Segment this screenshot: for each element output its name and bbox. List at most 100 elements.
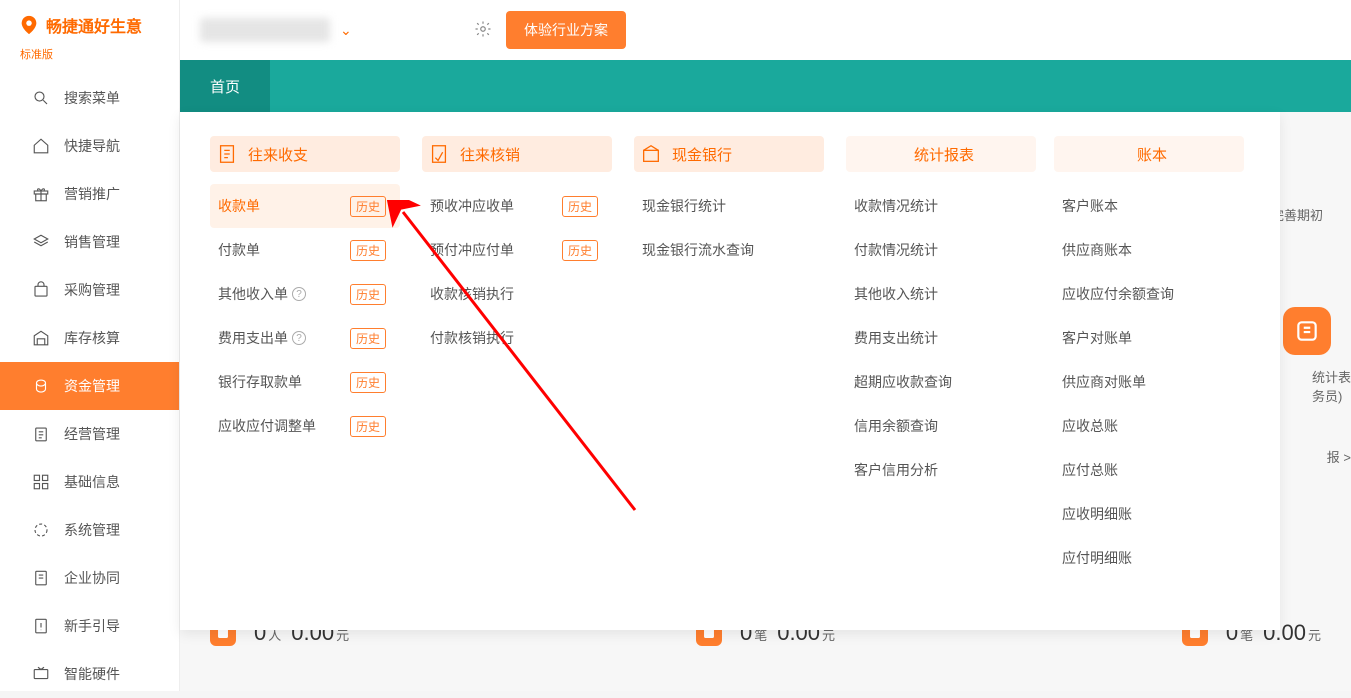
- menu-ar-ap-balance-query[interactable]: 应收应付余额查询: [1054, 272, 1244, 316]
- mega-col-reports: 统计报表 收款情况统计 付款情况统计 其他收入统计 费用支出统计 超期应收款查询…: [846, 136, 1054, 580]
- mega-header-cash-bank: 现金银行: [634, 136, 824, 172]
- nav-label: 销售管理: [64, 232, 120, 252]
- cart-icon: [32, 281, 50, 299]
- history-badge[interactable]: 历史: [350, 196, 386, 217]
- nav-label: 营销推广: [64, 184, 120, 204]
- nav-label: 库存核算: [64, 328, 120, 348]
- nav-funds[interactable]: 资金管理: [0, 362, 179, 410]
- menu-payment-stats[interactable]: 付款情况统计: [846, 228, 1036, 272]
- history-badge[interactable]: 历史: [350, 284, 386, 305]
- gift-icon: [32, 185, 50, 203]
- menu-receipt-writeoff-exec[interactable]: 收款核销执行: [422, 272, 612, 316]
- menu-cash-bank-stats[interactable]: 现金银行统计: [634, 184, 824, 228]
- history-badge[interactable]: 历史: [562, 240, 598, 261]
- menu-ar-detail-ledger[interactable]: 应收明细账: [1054, 492, 1244, 536]
- peek-orange-tile[interactable]: [1283, 307, 1331, 355]
- nav-sales[interactable]: 销售管理: [0, 218, 179, 266]
- try-industry-plan-button[interactable]: 体验行业方案: [506, 11, 626, 49]
- menu-customer-statement[interactable]: 客户对账单: [1054, 316, 1244, 360]
- sidebar: 畅捷通好生意 标准版 搜索菜单 快捷导航 营销推广 销售管理 采购管理 库存核算…: [0, 0, 180, 691]
- menu-cash-bank-flow[interactable]: 现金银行流水查询: [634, 228, 824, 272]
- mega-header-reports: 统计报表: [846, 136, 1036, 172]
- home-icon: [32, 137, 50, 155]
- nav-label: 基础信息: [64, 472, 120, 492]
- menu-other-income-stats[interactable]: 其他收入统计: [846, 272, 1036, 316]
- nav-purchase[interactable]: 采购管理: [0, 266, 179, 314]
- menu-receipt-stats[interactable]: 收款情况统计: [846, 184, 1036, 228]
- search-icon: [32, 89, 50, 107]
- tab-bar: 首页: [180, 60, 1351, 112]
- money-icon: [32, 377, 50, 395]
- menu-customer-ledger[interactable]: 客户账本: [1054, 184, 1244, 228]
- menu-receipt-voucher[interactable]: 收款单历史: [210, 184, 400, 228]
- help-icon[interactable]: ?: [292, 331, 306, 345]
- nav-label: 智能硬件: [64, 664, 120, 684]
- nav-search-menu[interactable]: 搜索菜单: [0, 74, 179, 122]
- menu-supplier-statement[interactable]: 供应商对账单: [1054, 360, 1244, 404]
- nav-label: 快捷导航: [64, 136, 120, 156]
- nav-label: 搜索菜单: [64, 88, 120, 108]
- mega-col-income-expense: 往来收支 收款单历史 付款单历史 其他收入单?历史 费用支出单?历史 银行存取款…: [210, 136, 422, 580]
- chevron-down-icon: ⌄: [340, 22, 352, 39]
- menu-ar-ap-adjust-voucher[interactable]: 应收应付调整单历史: [210, 404, 400, 448]
- tab-home[interactable]: 首页: [180, 60, 270, 112]
- brand-name: 畅捷通好生意: [46, 13, 142, 37]
- menu-supplier-ledger[interactable]: 供应商账本: [1054, 228, 1244, 272]
- nav-basic-info[interactable]: 基础信息: [0, 458, 179, 506]
- nav-inventory[interactable]: 库存核算: [0, 314, 179, 362]
- nav-onboarding[interactable]: 新手引导: [0, 602, 179, 650]
- org-selector[interactable]: ⌄: [200, 18, 460, 42]
- history-badge[interactable]: 历史: [350, 372, 386, 393]
- loading-icon: [32, 521, 50, 539]
- nav-quick-nav[interactable]: 快捷导航: [0, 122, 179, 170]
- menu-expense-stats[interactable]: 费用支出统计: [846, 316, 1036, 360]
- mega-col-writeoff: 往来核销 预收冲应收单历史 预付冲应付单历史 收款核销执行 付款核销执行: [422, 136, 634, 580]
- menu-prepay-offset[interactable]: 预付冲应付单历史: [422, 228, 612, 272]
- guide-icon: [32, 617, 50, 635]
- nav-label: 经营管理: [64, 424, 120, 444]
- sales-icon: [32, 233, 50, 251]
- peek-right-text: 完善期初: [1271, 202, 1351, 230]
- nav-label: 采购管理: [64, 280, 120, 300]
- grid-icon: [32, 473, 50, 491]
- receipt-icon: [216, 143, 238, 165]
- menu-payment-writeoff-exec[interactable]: 付款核销执行: [422, 316, 612, 360]
- menu-ap-general-ledger[interactable]: 应付总账: [1054, 448, 1244, 492]
- menu-payment-voucher[interactable]: 付款单历史: [210, 228, 400, 272]
- mega-header-writeoff: 往来核销: [422, 136, 612, 172]
- nav-label: 资金管理: [64, 376, 120, 396]
- org-name-redacted: [200, 18, 330, 42]
- help-icon[interactable]: ?: [292, 287, 306, 301]
- menu-expense-voucher[interactable]: 费用支出单?历史: [210, 316, 400, 360]
- history-badge[interactable]: 历史: [350, 328, 386, 349]
- menu-credit-balance-query[interactable]: 信用余额查询: [846, 404, 1036, 448]
- menu-ap-detail-ledger[interactable]: 应付明细账: [1054, 536, 1244, 580]
- brand-edition: 标准版: [0, 46, 179, 62]
- gear-icon[interactable]: [474, 20, 492, 41]
- menu-customer-credit-analysis[interactable]: 客户信用分析: [846, 448, 1036, 492]
- nav-system[interactable]: 系统管理: [0, 506, 179, 554]
- menu-overdue-ar-query[interactable]: 超期应收款查询: [846, 360, 1036, 404]
- menu-ar-general-ledger[interactable]: 应收总账: [1054, 404, 1244, 448]
- menu-prereceipt-offset[interactable]: 预收冲应收单历史: [422, 184, 612, 228]
- history-badge[interactable]: 历史: [350, 240, 386, 261]
- menu-bank-transfer-voucher[interactable]: 银行存取款单历史: [210, 360, 400, 404]
- nav-label: 企业协同: [64, 568, 120, 588]
- mega-col-cash-bank: 现金银行 现金银行统计 现金银行流水查询: [634, 136, 846, 580]
- doc-icon: [32, 569, 50, 587]
- mega-col-ledger: 账本 客户账本 供应商账本 应收应付余额查询 客户对账单 供应商对账单 应收总账…: [1054, 136, 1262, 580]
- nav-marketing[interactable]: 营销推广: [0, 170, 179, 218]
- bank-icon: [640, 143, 662, 165]
- history-badge[interactable]: 历史: [562, 196, 598, 217]
- clipboard-icon: [32, 425, 50, 443]
- tv-icon: [32, 665, 50, 683]
- nav-operation[interactable]: 经营管理: [0, 410, 179, 458]
- funds-mega-menu: 往来收支 收款单历史 付款单历史 其他收入单?历史 费用支出单?历史 银行存取款…: [180, 112, 1280, 630]
- warehouse-icon: [32, 329, 50, 347]
- menu-other-income-voucher[interactable]: 其他收入单?历史: [210, 272, 400, 316]
- nav-label: 系统管理: [64, 520, 120, 540]
- brand-icon: [18, 14, 40, 36]
- mega-header-ledger: 账本: [1054, 136, 1244, 172]
- nav-collab[interactable]: 企业协同: [0, 554, 179, 602]
- history-badge[interactable]: 历史: [350, 416, 386, 437]
